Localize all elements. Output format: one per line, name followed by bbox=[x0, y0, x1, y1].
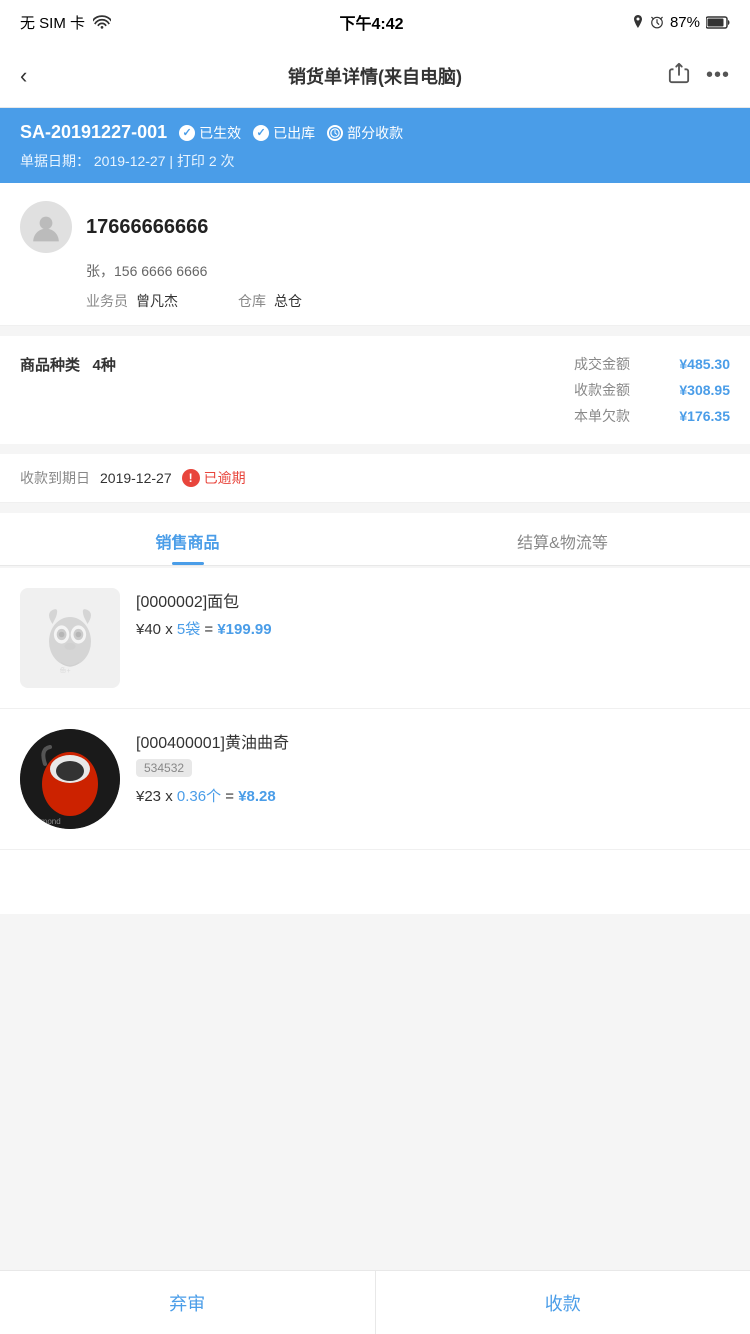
sim-status: 无 SIM 卡 bbox=[20, 12, 85, 33]
product-price-bread: ¥40 x 5袋 = ¥199.99 bbox=[136, 618, 730, 639]
warehouse-label: 仓库 bbox=[238, 291, 266, 311]
product-info-cookies: [000400001]黄油曲奇 534532 ¥23 x 0.36个 = ¥8.… bbox=[136, 729, 730, 806]
salesperson-label: 业务员 bbox=[86, 291, 128, 311]
deal-amount-label: 成交金额 bbox=[574, 354, 630, 374]
order-header-banner: SA-20191227-001 ✓ 已生效 ✓ 已出库 部分收款 单据日期： 2… bbox=[0, 108, 750, 183]
cancel-button[interactable]: 弃审 bbox=[0, 1271, 376, 1334]
order-date-row: 单据日期： 2019-12-27 | 打印 2 次 bbox=[20, 151, 730, 171]
check-icon-effective: ✓ bbox=[179, 125, 195, 141]
customer-id: 17666666666 bbox=[86, 216, 208, 239]
debt-value: ¥176.35 bbox=[650, 408, 730, 424]
received-label: 收款金额 bbox=[574, 380, 630, 400]
customer-section: 17666666666 张，156 6666 6666 业务员 曾凡杰 仓库 总… bbox=[0, 183, 750, 326]
avatar bbox=[20, 201, 72, 253]
product-list: 鱼+ [0000002]面包 ¥40 x 5袋 = ¥199.99 bbox=[0, 568, 750, 914]
due-label: 收款到期日 bbox=[20, 468, 90, 488]
overdue-badge: ! 已逾期 bbox=[182, 468, 246, 488]
date-label: 单据日期： bbox=[20, 153, 90, 169]
bottom-bar: 弃审 收款 bbox=[0, 1270, 750, 1334]
wifi-icon bbox=[93, 15, 111, 29]
product-equals-2: = bbox=[225, 788, 238, 805]
nav-bar: ‹ 销货单详情(来自电脑) ••• bbox=[0, 44, 750, 108]
debt-amount-row: 本单欠款 ¥176.35 bbox=[574, 406, 730, 426]
svg-text:鱼+: 鱼+ bbox=[60, 666, 71, 673]
status-shipped: ✓ 已出库 bbox=[253, 123, 315, 143]
page-title: 销货单详情(来自电脑) bbox=[288, 63, 462, 89]
battery-percent: 87% bbox=[670, 14, 700, 31]
due-section: 收款到期日 2019-12-27 ! 已逾期 bbox=[0, 454, 750, 503]
product-qty-cookies: 0.36个 bbox=[177, 788, 221, 805]
deal-amount-row: 成交金额 ¥485.30 bbox=[574, 354, 730, 374]
category-label: 商品种类 bbox=[20, 357, 80, 374]
print-count: 2 bbox=[209, 153, 217, 169]
location-icon bbox=[632, 15, 644, 29]
category-count: 4种 bbox=[93, 357, 116, 374]
debt-label: 本单欠款 bbox=[574, 406, 630, 426]
tabs-bar: 销售商品 结算&物流等 bbox=[0, 513, 750, 566]
product-unit-price-cookies: ¥23 bbox=[136, 788, 161, 805]
product-image-bread: 鱼+ bbox=[20, 588, 120, 688]
print-unit: 次 bbox=[221, 153, 235, 169]
received-value: ¥308.95 bbox=[650, 382, 730, 398]
alarm-icon bbox=[650, 15, 664, 29]
product-equals-1: = bbox=[204, 621, 217, 638]
print-label: 打印 bbox=[177, 153, 205, 169]
order-status-row: SA-20191227-001 ✓ 已生效 ✓ 已出库 部分收款 bbox=[20, 122, 730, 143]
warehouse-value: 总仓 bbox=[274, 291, 302, 311]
product-multiply-2: x bbox=[165, 788, 177, 805]
battery-icon bbox=[706, 16, 730, 29]
customer-row: 17666666666 bbox=[20, 201, 730, 253]
print-separator: | bbox=[169, 153, 177, 169]
tab-settlement[interactable]: 结算&物流等 bbox=[375, 513, 750, 565]
status-partial: 部分收款 bbox=[327, 123, 403, 143]
product-total-cookies: ¥8.28 bbox=[238, 788, 276, 805]
salesperson-value: 曾凡杰 bbox=[136, 291, 178, 311]
status-bar: 无 SIM 卡 下午4:42 87% bbox=[0, 0, 750, 44]
overdue-icon: ! bbox=[182, 469, 200, 487]
amount-stats: 成交金额 ¥485.30 收款金额 ¥308.95 本单欠款 ¥176.35 bbox=[574, 354, 730, 426]
product-qty-bread: 5袋 bbox=[177, 621, 200, 638]
product-tag-cookies: 534532 bbox=[136, 759, 192, 777]
product-price-cookies: ¥23 x 0.36个 = ¥8.28 bbox=[136, 785, 730, 806]
tab-products[interactable]: 销售商品 bbox=[0, 513, 375, 565]
nav-actions: ••• bbox=[668, 62, 730, 89]
confirm-button[interactable]: 收款 bbox=[376, 1271, 750, 1334]
overdue-text: 已逾期 bbox=[204, 468, 246, 488]
order-date: 2019-12-27 bbox=[94, 153, 166, 169]
status-time: 下午4:42 bbox=[339, 10, 403, 34]
due-date-value: 2019-12-27 bbox=[100, 470, 172, 486]
status-effective: ✓ 已生效 bbox=[179, 123, 241, 143]
tab-products-label: 销售商品 bbox=[155, 535, 219, 552]
category-stat: 商品种类 4种 bbox=[20, 354, 116, 375]
order-number: SA-20191227-001 bbox=[20, 122, 167, 143]
share-icon[interactable] bbox=[668, 62, 690, 89]
product-name-bread: [0000002]面包 bbox=[136, 588, 730, 612]
product-unit-price-bread: ¥40 bbox=[136, 621, 161, 638]
svg-text:diamond: diamond bbox=[30, 817, 61, 826]
product-multiply-1: x bbox=[165, 621, 177, 638]
warehouse-item: 仓库 总仓 bbox=[238, 291, 302, 311]
deal-amount-value: ¥485.30 bbox=[650, 356, 730, 372]
customer-name-phone: 张，156 6666 6666 bbox=[20, 261, 730, 281]
status-right: 87% bbox=[632, 14, 730, 31]
stats-section: 商品种类 4种 成交金额 ¥485.30 收款金额 ¥308.95 本单欠款 ¥… bbox=[0, 336, 750, 444]
tab-settlement-label: 结算&物流等 bbox=[517, 535, 608, 552]
product-image-cookies: diamond bbox=[20, 729, 120, 829]
received-amount-row: 收款金额 ¥308.95 bbox=[574, 380, 730, 400]
product-info-bread: [0000002]面包 ¥40 x 5袋 = ¥199.99 bbox=[136, 588, 730, 639]
customer-meta: 业务员 曾凡杰 仓库 总仓 bbox=[20, 291, 730, 311]
more-icon[interactable]: ••• bbox=[706, 64, 730, 87]
status-left: 无 SIM 卡 bbox=[20, 12, 111, 33]
clock-icon bbox=[327, 125, 343, 141]
product-name-cookies: [000400001]黄油曲奇 bbox=[136, 729, 730, 753]
list-item: 鱼+ [0000002]面包 ¥40 x 5袋 = ¥199.99 bbox=[0, 568, 750, 709]
check-icon-shipped: ✓ bbox=[253, 125, 269, 141]
product-total-bread: ¥199.99 bbox=[217, 621, 271, 638]
back-button[interactable]: ‹ bbox=[12, 55, 35, 97]
salesperson-item: 业务员 曾凡杰 bbox=[86, 291, 178, 311]
list-item: diamond [000400001]黄油曲奇 534532 ¥23 x 0.3… bbox=[0, 709, 750, 850]
